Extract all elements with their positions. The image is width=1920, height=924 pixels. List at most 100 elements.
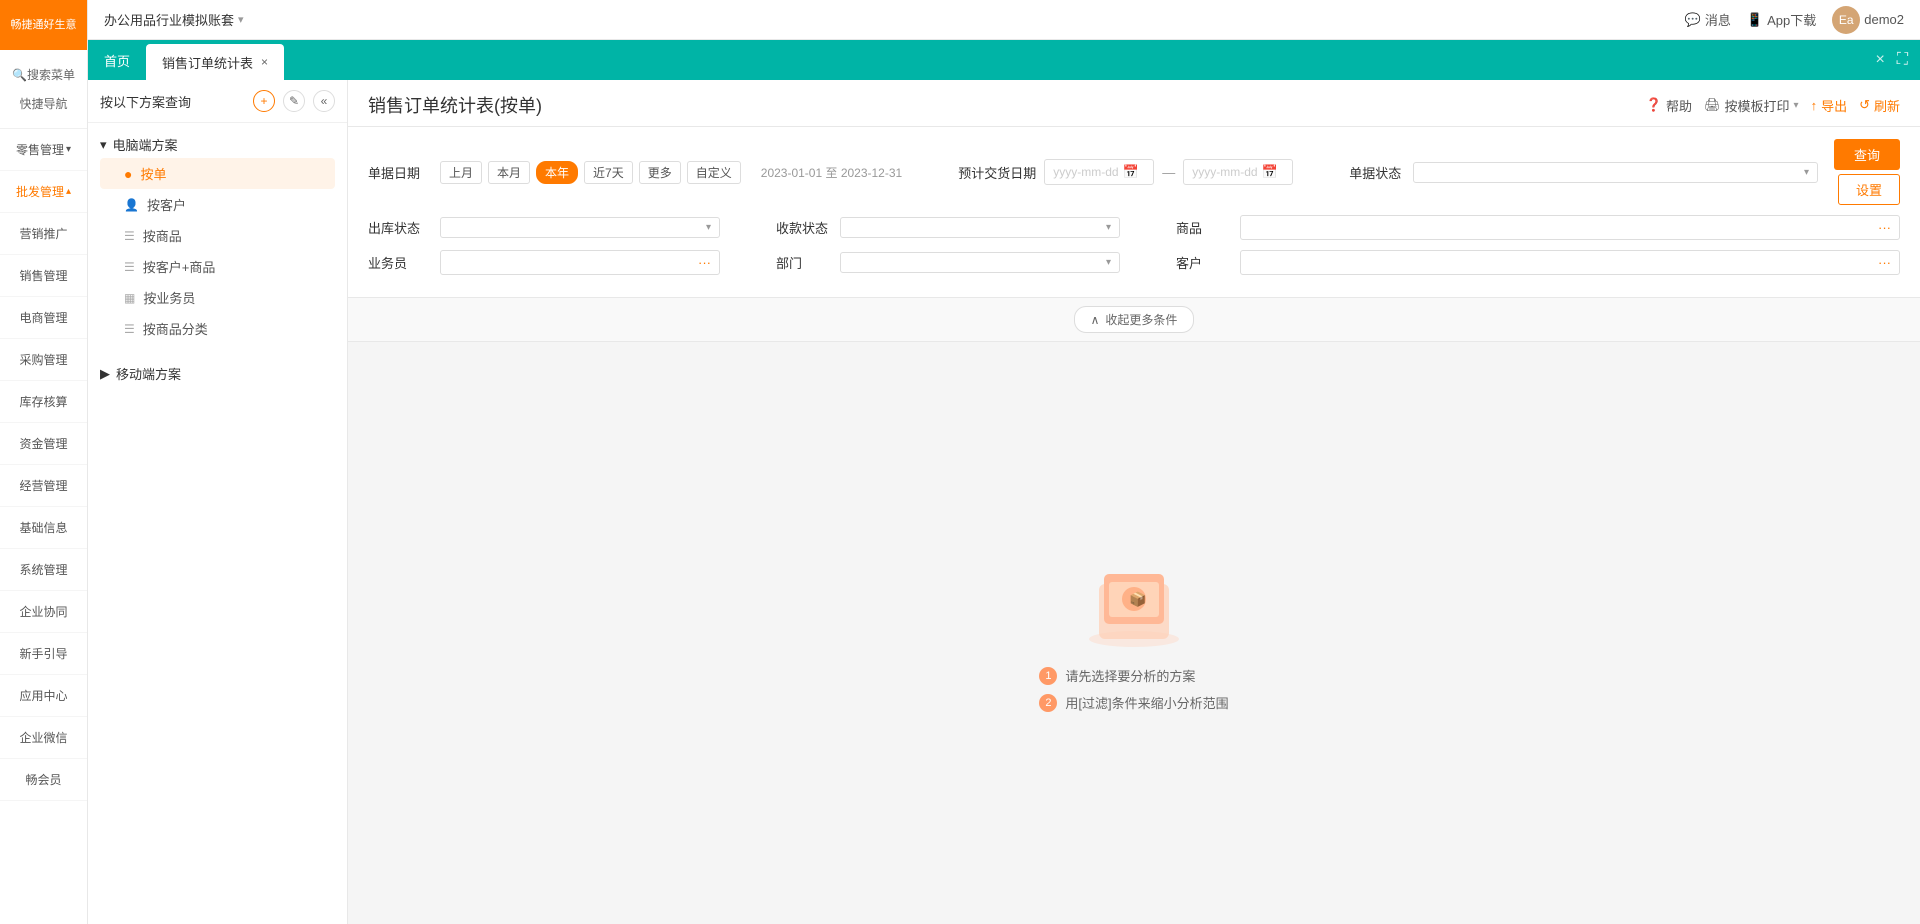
settings-btn[interactable]: 设置 bbox=[1838, 174, 1900, 205]
step-num-1: 1 bbox=[1039, 667, 1057, 685]
content-area: 按以下方案查询 + ✎ « ▾ 电脑端方案 ● 按单 👤 按客户 bbox=[88, 80, 1920, 924]
sidebar-item-retail[interactable]: 零售管理 ▾ bbox=[0, 129, 87, 171]
sidebar-item-base-info[interactable]: 基础信息 bbox=[0, 507, 87, 549]
customer-input[interactable]: ··· bbox=[1240, 250, 1900, 275]
date-buttons: 上月 本月 本年 近7天 更多 自定义 bbox=[440, 161, 741, 184]
date-btn-this-year[interactable]: 本年 bbox=[536, 161, 578, 184]
sidebar-logo: 畅捷通好生意 bbox=[0, 0, 87, 50]
sidebar-item-inventory[interactable]: 库存核算 bbox=[0, 381, 87, 423]
date-btn-custom[interactable]: 自定义 bbox=[687, 161, 741, 184]
sidebar-item-finance[interactable]: 资金管理 bbox=[0, 423, 87, 465]
tab-sales-order-stats[interactable]: 销售订单统计表 × bbox=[146, 44, 284, 80]
left-panel-header: 按以下方案查询 + ✎ « bbox=[88, 80, 347, 123]
sidebar-item-sales[interactable]: 销售管理 bbox=[0, 255, 87, 297]
scheme-item-by-customer[interactable]: 👤 按客户 bbox=[100, 189, 335, 220]
sidebar-item-operations[interactable]: 经营管理 bbox=[0, 465, 87, 507]
sidebar-item-marketing[interactable]: 营销推广 bbox=[0, 213, 87, 255]
ship-status-select[interactable]: ▾ bbox=[440, 217, 720, 238]
empty-svg-icon: 📦 bbox=[1074, 554, 1194, 654]
date-btn-this-month[interactable]: 本月 bbox=[488, 161, 530, 184]
expected-date-label: 预计交货日期 bbox=[958, 163, 1036, 182]
sidebar-item-label: 销售管理 bbox=[19, 267, 67, 284]
sidebar-item-wechat[interactable]: 企业微信 bbox=[0, 717, 87, 759]
goods-input[interactable]: ··· bbox=[1240, 215, 1900, 240]
chevron-down-icon: ▾ bbox=[100, 137, 107, 153]
sidebar-item-app-center[interactable]: 应用中心 bbox=[0, 675, 87, 717]
payment-status-select[interactable]: ▾ bbox=[840, 217, 1120, 238]
search-menu-item[interactable]: 🔍 搜索菜单 bbox=[8, 60, 79, 89]
collapse-panel-btn[interactable]: « bbox=[313, 90, 335, 112]
tab-home[interactable]: 首页 bbox=[88, 40, 146, 80]
expected-date-end[interactable]: yyyy-mm-dd 📅 bbox=[1183, 159, 1293, 185]
sidebar-item-member[interactable]: 畅会员 bbox=[0, 759, 87, 801]
query-btn[interactable]: 查询 bbox=[1834, 139, 1900, 170]
scheme-icon: ▦ bbox=[124, 291, 135, 305]
scheme-item-by-goods[interactable]: ☰ 按商品 bbox=[100, 220, 335, 251]
edit-scheme-btn[interactable]: ✎ bbox=[283, 90, 305, 112]
app-download-btn[interactable]: 📱 App下载 bbox=[1747, 10, 1816, 29]
empty-step-1: 1 请先选择要分析的方案 bbox=[1039, 666, 1228, 685]
scheme-icon: ☰ bbox=[124, 322, 135, 336]
scheme-panel-actions: + ✎ « bbox=[253, 90, 335, 112]
refresh-icon: ↺ bbox=[1859, 97, 1870, 113]
mobile-scheme-title[interactable]: ▶ 移动端方案 bbox=[100, 360, 335, 387]
download-icon: 📱 bbox=[1747, 12, 1763, 28]
dept-select[interactable]: ▾ bbox=[840, 252, 1120, 273]
date-placeholder-start: yyyy-mm-dd bbox=[1053, 165, 1118, 179]
close-window-btn[interactable]: × bbox=[1871, 47, 1888, 73]
date-label: 单据日期 bbox=[368, 163, 424, 182]
print-dropdown-icon: ▾ bbox=[1794, 100, 1799, 111]
refresh-btn[interactable]: ↺ 刷新 bbox=[1859, 96, 1900, 115]
scheme-group-title[interactable]: ▾ 电脑端方案 bbox=[100, 131, 335, 158]
sidebar-item-wholesale[interactable]: 批发管理 ▴ bbox=[0, 171, 87, 213]
goods-label: 商品 bbox=[1176, 218, 1232, 237]
user-profile[interactable]: Ea demo2 bbox=[1832, 6, 1904, 34]
doc-status-select[interactable]: ▾ bbox=[1413, 162, 1818, 183]
customer-more-icon: ··· bbox=[1878, 255, 1891, 270]
sidebar-item-label: 营销推广 bbox=[19, 225, 67, 242]
page-title: 销售订单统计表(按单) bbox=[368, 92, 1646, 118]
dropdown-icon[interactable]: ▾ bbox=[238, 13, 244, 26]
empty-illustration: 📦 bbox=[1074, 554, 1194, 654]
expected-date-start[interactable]: yyyy-mm-dd 📅 bbox=[1044, 159, 1154, 185]
sidebar-item-enterprise[interactable]: 企业协同 bbox=[0, 591, 87, 633]
salesperson-label: 业务员 bbox=[368, 253, 424, 272]
avatar: Ea bbox=[1832, 6, 1860, 34]
scheme-item-by-salesperson[interactable]: ▦ 按业务员 bbox=[100, 282, 335, 313]
help-btn[interactable]: ❓ 帮助 bbox=[1646, 96, 1692, 115]
dropdown-icon: ▾ bbox=[706, 222, 711, 233]
scheme-item-by-order[interactable]: ● 按单 bbox=[100, 158, 335, 189]
empty-step-2: 2 用[过滤]条件来缩小分析范围 bbox=[1039, 693, 1228, 712]
message-btn[interactable]: 💬 消息 bbox=[1685, 10, 1731, 29]
sidebar-item-system[interactable]: 系统管理 bbox=[0, 549, 87, 591]
scheme-item-by-category[interactable]: ☰ 按商品分类 bbox=[100, 313, 335, 344]
export-btn[interactable]: ↑ 导出 bbox=[1811, 96, 1848, 115]
sidebar-item-label: 系统管理 bbox=[19, 561, 67, 578]
tab-close-icon[interactable]: × bbox=[261, 55, 268, 69]
scheme-item-by-customer-goods[interactable]: ☰ 按客户+商品 bbox=[100, 251, 335, 282]
scheme-group-mobile: ▶ 移动端方案 bbox=[88, 352, 347, 395]
topbar: 办公用品行业模拟账套 ▾ 💬 消息 📱 App下载 Ea demo2 bbox=[88, 0, 1920, 40]
add-scheme-btn[interactable]: + bbox=[253, 90, 275, 112]
maximize-btn[interactable]: ⛶ bbox=[1893, 47, 1912, 73]
print-btn[interactable]: 🖨 按模板打印 ▾ bbox=[1704, 96, 1799, 115]
sidebar-item-newbie[interactable]: 新手引导 bbox=[0, 633, 87, 675]
print-icon: 🖨 bbox=[1704, 97, 1721, 113]
sidebar: 畅捷通好生意 🔍 搜索菜单 快捷导航 零售管理 ▾ 批发管理 ▴ 营销推广 销售… bbox=[0, 0, 88, 924]
collapse-more-btn[interactable]: ∧ 收起更多条件 bbox=[1074, 306, 1195, 333]
sidebar-item-label: 零售管理 bbox=[16, 141, 64, 158]
shortcut-nav-item[interactable]: 快捷导航 bbox=[8, 89, 79, 118]
sidebar-item-label: 资金管理 bbox=[19, 435, 67, 452]
salesperson-input[interactable]: ··· bbox=[440, 250, 720, 275]
sidebar-item-label: 新手引导 bbox=[19, 645, 67, 662]
sidebar-item-ecommerce[interactable]: 电商管理 bbox=[0, 297, 87, 339]
topbar-right: 💬 消息 📱 App下载 Ea demo2 bbox=[1685, 6, 1904, 34]
app-name: 畅捷通好生意 bbox=[11, 18, 77, 32]
date-btn-last-month[interactable]: 上月 bbox=[440, 161, 482, 184]
date-btn-last7days[interactable]: 近7天 bbox=[584, 161, 633, 184]
sidebar-item-purchase[interactable]: 采购管理 bbox=[0, 339, 87, 381]
date-btn-more[interactable]: 更多 bbox=[639, 161, 681, 184]
message-icon: 💬 bbox=[1685, 12, 1701, 28]
scheme-icon: 👤 bbox=[124, 198, 139, 212]
sidebar-item-label: 库存核算 bbox=[19, 393, 67, 410]
